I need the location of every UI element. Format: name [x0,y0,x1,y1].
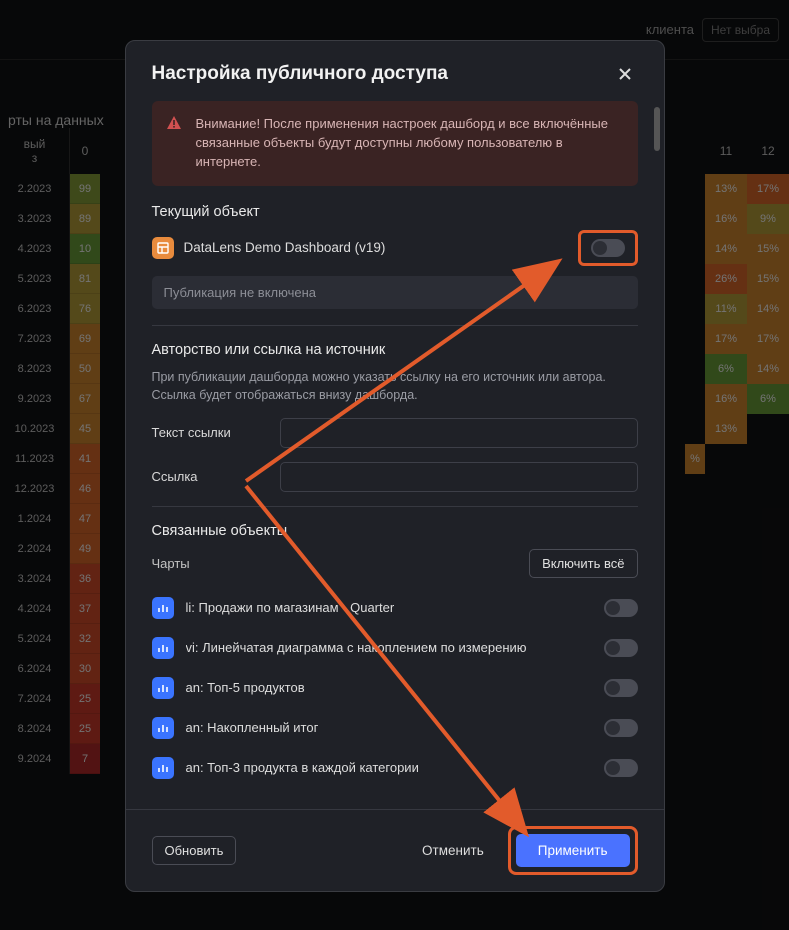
section-author-title: Авторство или ссылка на источник [152,342,638,358]
divider [152,325,638,326]
warning-text: Внимание! После применения настроек дашб… [196,116,608,169]
label-link: Ссылка [152,469,264,484]
chart-toggle[interactable] [604,639,638,657]
highlight-main-toggle [578,230,638,266]
chart-icon [152,717,174,739]
public-access-modal: Настройка публичного доступа Внимание! П… [125,40,665,892]
chart-name: li: Продажи по магазинам - Quarter [186,600,592,615]
charts-label: Чарты [152,556,190,571]
chart-row: an: Накопленный итог [152,708,638,748]
link-text-input[interactable] [280,418,638,448]
chart-row: an: Топ-3 продукта в каждой категории [152,748,638,788]
modal-title: Настройка публичного доступа [152,63,449,85]
enable-all-button[interactable]: Включить всё [529,549,637,578]
link-url-input[interactable] [280,462,638,492]
apply-button[interactable]: Применить [516,834,630,867]
section-current-object: Текущий объект [152,204,638,220]
close-button[interactable] [612,61,638,87]
chart-name: vi: Линейчатая диаграмма с накоплением п… [186,640,592,655]
chart-icon [152,757,174,779]
chart-row: an: Топ-5 продуктов [152,668,638,708]
chart-row: li: Продажи по магазинам - Quarter [152,588,638,628]
close-icon [617,66,633,82]
refresh-button[interactable]: Обновить [152,836,237,865]
cancel-button[interactable]: Отменить [408,835,498,866]
modal-overlay: Настройка публичного доступа Внимание! П… [0,0,789,930]
chart-name: an: Накопленный итог [186,720,592,735]
scrollbar[interactable] [654,107,660,151]
chart-toggle[interactable] [604,599,638,617]
publish-toggle[interactable] [591,239,625,257]
chart-icon [152,637,174,659]
chart-name: an: Топ-5 продуктов [186,680,592,695]
chart-toggle[interactable] [604,719,638,737]
current-object-name: DataLens Demo Dashboard (v19) [184,240,568,255]
chart-icon [152,597,174,619]
divider [152,506,638,507]
section-related-title: Связанные объекты [152,523,638,539]
chart-icon [152,677,174,699]
chart-row: vi: Линейчатая диаграмма с накоплением п… [152,628,638,668]
warning-alert: Внимание! После применения настроек дашб… [152,101,638,186]
label-link-text: Текст ссылки [152,425,264,440]
chart-toggle[interactable] [604,759,638,777]
warning-icon [166,115,182,137]
chart-toggle[interactable] [604,679,638,697]
dashboard-icon [152,237,174,259]
highlight-apply: Применить [508,826,638,875]
publication-status: Публикация не включена [152,276,638,309]
section-author-desc: При публикации дашборда можно указать сс… [152,368,638,404]
chart-name: an: Топ-3 продукта в каждой категории [186,760,592,775]
